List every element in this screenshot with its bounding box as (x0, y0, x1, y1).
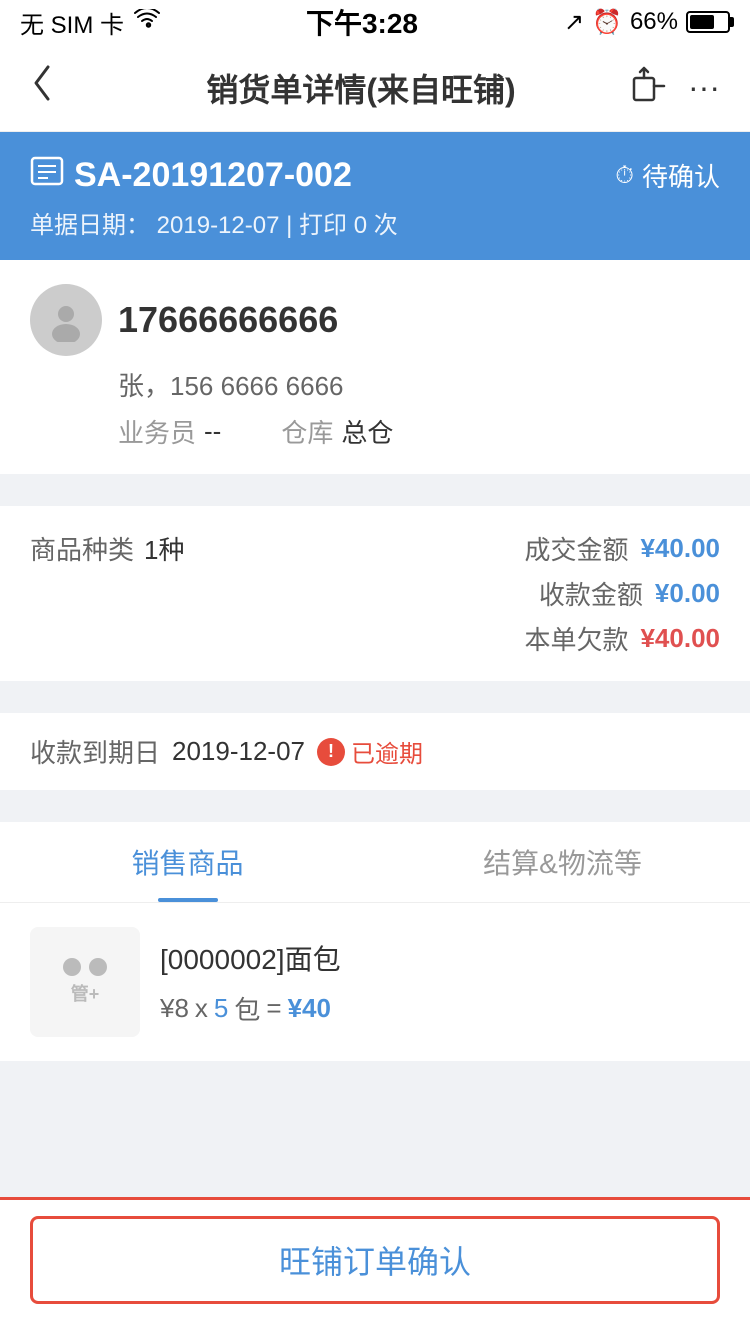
product-type-info: 商品种类 1种 (30, 530, 184, 567)
product-name: [0000002]面包 (160, 938, 720, 978)
customer-card: 17666666666 张，156 6666 6666 业务员 -- 仓库 总仓 (0, 260, 750, 474)
amount-row: 成交金额 ¥40.00 (524, 530, 720, 567)
payment-row: 收款金额 ¥0.00 (539, 575, 720, 612)
customer-info-row: 业务员 -- 仓库 总仓 (118, 413, 720, 450)
divider-3 (0, 806, 750, 822)
order-id: SA-20191207-002 (30, 156, 352, 195)
order-meta: 单据日期： 2019-12-07 | 打印 0 次 (30, 205, 720, 240)
owl-text: 管+ (71, 980, 100, 1006)
overdue-badge: ! 已逾期 (317, 734, 423, 769)
avatar (30, 284, 102, 356)
customer-row: 17666666666 (30, 284, 720, 356)
battery-percentage: 66% (630, 8, 678, 36)
product-info: [0000002]面包 ¥8 x 5 包 = ¥40 (160, 938, 720, 1027)
tab-sales-products[interactable]: 销售商品 (0, 822, 375, 902)
status-time: 下午3:28 (306, 2, 418, 42)
more-icon[interactable]: ··· (688, 69, 720, 106)
confirm-order-button[interactable]: 旺铺订单确认 (30, 1216, 720, 1304)
product-price-row: ¥8 x 5 包 = ¥40 (160, 990, 720, 1027)
order-header: SA-20191207-002 ⏱ 待确认 单据日期： 2019-12-07 |… (0, 132, 750, 260)
confirm-button-wrap: 旺铺订单确认 (0, 1197, 750, 1334)
owl-eyes (63, 958, 107, 976)
salesperson-info: 业务员 -- (118, 413, 221, 450)
location-icon: ↗ (564, 8, 584, 37)
carrier-text: 无 SIM 卡 (20, 5, 124, 40)
overdue-icon: ! (317, 738, 345, 766)
order-status: ⏱ 待确认 (615, 157, 720, 194)
nav-actions: ··· (632, 66, 720, 110)
status-bar: 无 SIM 卡 下午3:28 ↗ ⏰ 66% (0, 0, 750, 44)
warehouse-info: 仓库 总仓 (281, 413, 393, 450)
table-row: 管+ [0000002]面包 ¥8 x 5 包 = ¥40 (0, 903, 750, 1062)
debt-row: 本单欠款 ¥40.00 (524, 620, 720, 657)
status-clock-icon: ⏱ (615, 162, 634, 190)
nav-bar: 销货单详情(来自旺铺) ··· (0, 44, 750, 132)
summary-row: 商品种类 1种 成交金额 ¥40.00 收款金额 ¥0.00 本单欠款 ¥40.… (30, 530, 720, 657)
order-id-row: SA-20191207-002 ⏱ 待确认 (30, 156, 720, 195)
page-title: 销货单详情(来自旺铺) (206, 65, 515, 111)
order-icon (30, 156, 64, 195)
wifi-icon (134, 9, 160, 35)
customer-name: 张，156 6666 6666 (118, 366, 720, 403)
share-icon[interactable] (632, 66, 668, 110)
battery-icon (686, 11, 730, 33)
divider-1 (0, 490, 750, 506)
tabs-bar: 销售商品 结算&物流等 (0, 822, 750, 903)
status-right: ↗ ⏰ 66% (564, 8, 730, 37)
product-list: 管+ [0000002]面包 ¥8 x 5 包 = ¥40 (0, 903, 750, 1062)
product-thumbnail: 管+ (30, 927, 140, 1037)
back-button[interactable] (30, 63, 90, 112)
amount-info: 成交金额 ¥40.00 收款金额 ¥0.00 本单欠款 ¥40.00 (524, 530, 720, 657)
summary-card: 商品种类 1种 成交金额 ¥40.00 收款金额 ¥0.00 本单欠款 ¥40.… (0, 506, 750, 681)
status-left: 无 SIM 卡 (20, 5, 160, 40)
divider-2 (0, 697, 750, 713)
customer-phone: 17666666666 (118, 299, 338, 341)
due-date-card: 收款到期日 2019-12-07 ! 已逾期 (0, 713, 750, 790)
alarm-icon: ⏰ (592, 8, 622, 37)
tab-settlement-logistics[interactable]: 结算&物流等 (375, 822, 750, 902)
